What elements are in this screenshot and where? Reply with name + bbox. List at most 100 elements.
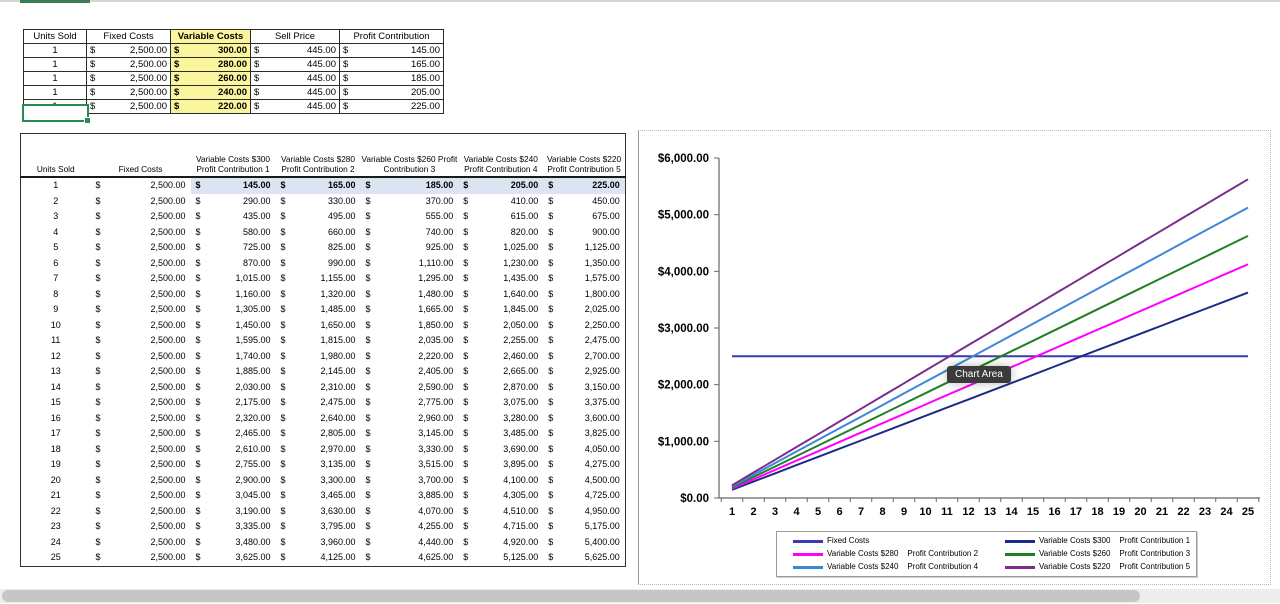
- spreadsheet-cell[interactable]: $1,295.00: [361, 271, 459, 287]
- spreadsheet-cell[interactable]: $3,515.00: [361, 457, 459, 473]
- spreadsheet-cell[interactable]: $1,815.00: [276, 333, 361, 349]
- spreadsheet-cell[interactable]: 4: [21, 225, 91, 241]
- spreadsheet-cell[interactable]: $4,715.00: [458, 519, 543, 535]
- spreadsheet-cell[interactable]: $2,175.00: [191, 395, 276, 411]
- spreadsheet-cell[interactable]: $2,500.00: [91, 349, 191, 365]
- spreadsheet-cell[interactable]: $1,650.00: [276, 318, 361, 334]
- spreadsheet-cell[interactable]: $3,465.00: [276, 488, 361, 504]
- spreadsheet-cell[interactable]: $4,050.00: [543, 442, 625, 458]
- spreadsheet-cell[interactable]: $2,030.00: [191, 380, 276, 396]
- spreadsheet-cell[interactable]: $2,590.00: [361, 380, 459, 396]
- spreadsheet-cell[interactable]: $2,500.00: [91, 457, 191, 473]
- fill-handle[interactable]: [84, 117, 91, 124]
- spreadsheet-cell[interactable]: $445.00: [250, 85, 340, 100]
- spreadsheet-cell[interactable]: 22: [21, 504, 91, 520]
- spreadsheet-cell[interactable]: $1,575.00: [543, 271, 625, 287]
- spreadsheet-cell[interactable]: $3,700.00: [361, 473, 459, 489]
- spreadsheet-cell[interactable]: $2,500.00: [91, 535, 191, 551]
- spreadsheet-cell[interactable]: $185.00: [360, 177, 459, 194]
- spreadsheet-cell[interactable]: $225.00: [543, 177, 626, 194]
- spreadsheet-cell[interactable]: $2,500.00: [91, 426, 191, 442]
- spreadsheet-cell[interactable]: $2,145.00: [276, 364, 361, 380]
- spreadsheet-cell[interactable]: $260.00: [170, 71, 251, 86]
- spreadsheet-cell[interactable]: 17: [21, 426, 91, 442]
- spreadsheet-cell[interactable]: 14: [21, 380, 91, 396]
- spreadsheet-cell[interactable]: $205.00: [458, 177, 544, 194]
- spreadsheet-cell[interactable]: $1,800.00: [543, 287, 625, 303]
- spreadsheet-cell[interactable]: $300.00: [170, 43, 251, 58]
- spreadsheet-cell[interactable]: $2,500.00: [91, 333, 191, 349]
- spreadsheet-cell[interactable]: $165.00: [275, 177, 361, 194]
- spreadsheet-cell[interactable]: $3,825.00: [543, 426, 625, 442]
- input-col-header[interactable]: Units Sold: [23, 29, 87, 44]
- spreadsheet-cell[interactable]: $4,500.00: [543, 473, 625, 489]
- spreadsheet-cell[interactable]: $615.00: [458, 209, 543, 225]
- spreadsheet-cell[interactable]: $185.00: [339, 71, 444, 86]
- spreadsheet-cell[interactable]: $1,305.00: [191, 302, 276, 318]
- spreadsheet-cell[interactable]: $4,625.00: [361, 550, 459, 566]
- spreadsheet-cell[interactable]: $4,950.00: [543, 504, 625, 520]
- spreadsheet-cell[interactable]: $1,155.00: [276, 271, 361, 287]
- spreadsheet-cell[interactable]: $2,775.00: [361, 395, 459, 411]
- spreadsheet-cell[interactable]: $1,885.00: [191, 364, 276, 380]
- spreadsheet-cell[interactable]: 8: [21, 287, 91, 303]
- spreadsheet-cell[interactable]: 21: [21, 488, 91, 504]
- spreadsheet-cell[interactable]: $2,500.00: [91, 209, 191, 225]
- results-col-header[interactable]: Variable Costs $260 Profit Contribution 3: [360, 133, 459, 178]
- spreadsheet-cell[interactable]: $2,250.00: [543, 318, 625, 334]
- horizontal-scrollbar-track[interactable]: [0, 589, 1280, 603]
- spreadsheet-cell[interactable]: $1,350.00: [543, 256, 625, 272]
- spreadsheet-cell[interactable]: $450.00: [543, 194, 625, 210]
- spreadsheet-cell[interactable]: $2,925.00: [543, 364, 625, 380]
- spreadsheet-cell[interactable]: 16: [21, 411, 91, 427]
- spreadsheet-cell[interactable]: $4,725.00: [543, 488, 625, 504]
- spreadsheet-cell[interactable]: 18: [21, 442, 91, 458]
- chart-container[interactable]: $0.00 $1,000.00 $2,000.00 $3,000.00 $4,000.0…: [638, 130, 1271, 585]
- spreadsheet-cell[interactable]: $1,640.00: [458, 287, 543, 303]
- spreadsheet-cell[interactable]: $3,045.00: [191, 488, 276, 504]
- spreadsheet-cell[interactable]: 6: [21, 256, 91, 272]
- spreadsheet-cell[interactable]: $2,500.00: [91, 271, 191, 287]
- spreadsheet-cell[interactable]: $2,475.00: [543, 333, 625, 349]
- spreadsheet-cell[interactable]: 3: [21, 209, 91, 225]
- spreadsheet-cell[interactable]: $1,435.00: [458, 271, 543, 287]
- spreadsheet-cell[interactable]: $1,850.00: [361, 318, 459, 334]
- spreadsheet-cell[interactable]: $2,500.00: [91, 177, 191, 194]
- spreadsheet-cell[interactable]: $825.00: [276, 240, 361, 256]
- spreadsheet-cell[interactable]: $3,480.00: [191, 535, 276, 551]
- spreadsheet-cell[interactable]: $2,610.00: [191, 442, 276, 458]
- spreadsheet-cell[interactable]: $2,500.00: [91, 318, 191, 334]
- legend-item[interactable]: Variable Costs $300 Profit Contribution …: [1005, 536, 1194, 546]
- series-line-2[interactable]: [731, 291, 1249, 491]
- spreadsheet-cell[interactable]: $2,500.00: [86, 85, 171, 100]
- spreadsheet-cell[interactable]: $2,500.00: [91, 194, 191, 210]
- spreadsheet-cell[interactable]: $3,075.00: [458, 395, 543, 411]
- spreadsheet-cell[interactable]: $2,500.00: [91, 364, 191, 380]
- spreadsheet-cell[interactable]: 10: [21, 318, 91, 334]
- selected-cell[interactable]: [22, 104, 91, 124]
- spreadsheet-cell[interactable]: $1,595.00: [191, 333, 276, 349]
- spreadsheet-cell[interactable]: 1: [23, 71, 87, 86]
- spreadsheet-cell[interactable]: $2,500.00: [91, 225, 191, 241]
- chart-legend[interactable]: Fixed Costs Variable Costs $300 Profit Co…: [776, 531, 1197, 577]
- spreadsheet-cell[interactable]: 2: [21, 194, 91, 210]
- spreadsheet-cell[interactable]: $2,500.00: [91, 504, 191, 520]
- spreadsheet-cell[interactable]: $2,460.00: [458, 349, 543, 365]
- spreadsheet-cell[interactable]: $3,150.00: [543, 380, 625, 396]
- spreadsheet-cell[interactable]: $1,110.00: [361, 256, 459, 272]
- spreadsheet-cell[interactable]: $4,440.00: [361, 535, 459, 551]
- spreadsheet-cell[interactable]: $3,960.00: [276, 535, 361, 551]
- spreadsheet-cell[interactable]: $1,450.00: [191, 318, 276, 334]
- spreadsheet-cell[interactable]: $725.00: [191, 240, 276, 256]
- spreadsheet-cell[interactable]: $445.00: [250, 43, 340, 58]
- results-col-header[interactable]: Fixed Costs: [90, 133, 191, 178]
- spreadsheet-cell[interactable]: $3,630.00: [276, 504, 361, 520]
- spreadsheet-cell[interactable]: $1,025.00: [458, 240, 543, 256]
- spreadsheet-cell[interactable]: 1: [21, 177, 91, 194]
- spreadsheet-cell[interactable]: $580.00: [191, 225, 276, 241]
- spreadsheet-cell[interactable]: $495.00: [276, 209, 361, 225]
- spreadsheet-cell[interactable]: $3,145.00: [361, 426, 459, 442]
- spreadsheet-cell[interactable]: $2,960.00: [361, 411, 459, 427]
- spreadsheet-cell[interactable]: $990.00: [276, 256, 361, 272]
- spreadsheet-cell[interactable]: $3,485.00: [458, 426, 543, 442]
